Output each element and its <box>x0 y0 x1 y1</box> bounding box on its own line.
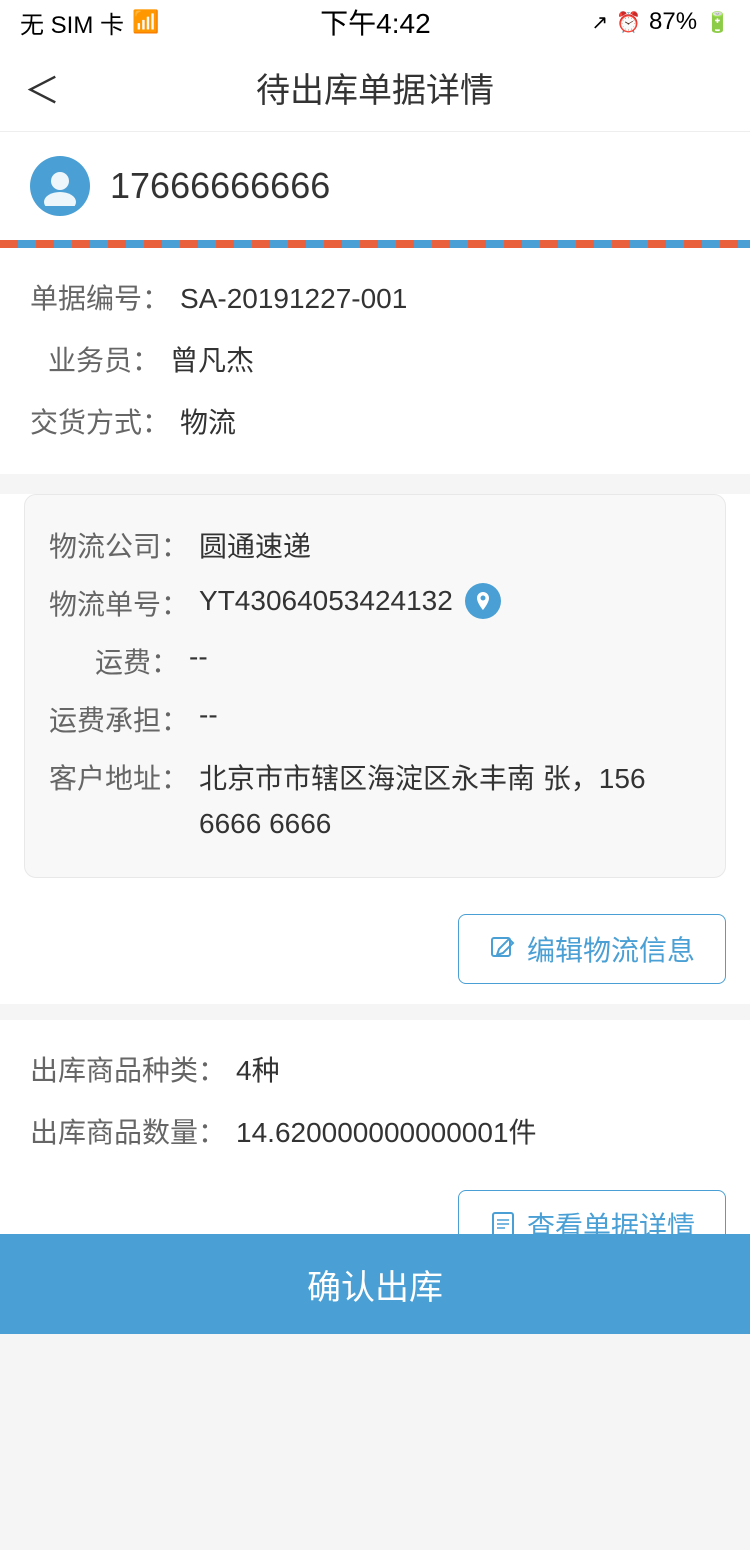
logistics-tracking-label: 物流单号： <box>49 583 199 623</box>
logistics-freight-bearer-value: -- <box>199 699 701 731</box>
edit-logistics-label: 编辑物流信息 <box>527 929 695 969</box>
nav-bar: ＜ 待出库单据详情 <box>0 44 750 132</box>
sales-person-row: 业务员： 曾凡杰 <box>30 340 720 382</box>
logistics-freight-bearer-label: 运费承担： <box>49 699 199 739</box>
customer-header: 17666666666 <box>0 132 750 240</box>
delivery-method-value: 物流 <box>180 402 720 444</box>
wifi-icon: 📶 <box>132 9 159 35</box>
order-number-value: SA-20191227-001 <box>180 278 720 320</box>
logistics-card: 物流公司： 圆通速递 物流单号： YT43064053424132 运费： -- <box>24 494 726 878</box>
carrier-label: 无 SIM 卡 <box>20 5 124 40</box>
confirm-bar[interactable]: 确认出库 <box>0 1234 750 1334</box>
logistics-address-label: 客户地址： <box>49 757 199 797</box>
sales-person-value: 曾凡杰 <box>170 340 720 382</box>
status-time: 下午4:42 <box>320 2 431 42</box>
logistics-tracking-value: YT43064053424132 <box>199 583 701 619</box>
product-type-label: 出库商品种类： <box>30 1050 236 1092</box>
track-location-icon[interactable] <box>465 583 501 619</box>
logistics-company-row: 物流公司： 圆通速递 <box>49 525 701 565</box>
customer-phone: 17666666666 <box>110 165 330 207</box>
product-quantity-value: 14.620000000000001件 <box>236 1112 720 1154</box>
logistics-tracking-row: 物流单号： YT43064053424132 <box>49 583 701 623</box>
logistics-company-label: 物流公司： <box>49 525 199 565</box>
order-number-label: 单据编号： <box>30 278 180 320</box>
logistics-address-row: 客户地址： 北京市市辖区海淀区永丰南 张，156 6666 6666 <box>49 757 701 847</box>
logistics-freight-bearer-row: 运费承担： -- <box>49 699 701 739</box>
delivery-method-label: 交货方式： <box>30 402 180 444</box>
edit-icon <box>489 935 517 963</box>
logistics-address-value: 北京市市辖区海淀区永丰南 张，156 6666 6666 <box>199 757 701 847</box>
alarm-icon: ⏰ <box>616 10 641 35</box>
edit-logistics-container: 编辑物流信息 <box>0 898 750 1004</box>
logistics-freight-value: -- <box>189 641 701 673</box>
product-type-value: 4种 <box>236 1050 720 1092</box>
confirm-button-label: 确认出库 <box>307 1260 443 1309</box>
page-title: 待出库单据详情 <box>256 63 494 112</box>
delivery-method-row: 交货方式： 物流 <box>30 402 720 444</box>
location-service-icon: ↗ <box>591 10 608 35</box>
product-section: 出库商品种类： 4种 出库商品数量： 14.620000000000001件 <box>0 1020 750 1174</box>
back-button[interactable]: ＜ <box>24 62 60 114</box>
order-number-row: 单据编号： SA-20191227-001 <box>30 278 720 320</box>
basic-info-section: 单据编号： SA-20191227-001 业务员： 曾凡杰 交货方式： 物流 <box>0 248 750 474</box>
avatar <box>30 156 90 216</box>
logistics-freight-row: 运费： -- <box>49 641 701 681</box>
product-quantity-row: 出库商品数量： 14.620000000000001件 <box>30 1112 720 1154</box>
sales-person-label: 业务员： <box>30 340 170 382</box>
logistics-container: 物流公司： 圆通速递 物流单号： YT43064053424132 运费： -- <box>0 494 750 1004</box>
status-bar: 无 SIM 卡 📶 下午4:42 ↗ ⏰ 87% 🔋 <box>0 0 750 44</box>
logistics-freight-label: 运费： <box>49 641 189 681</box>
battery-label: 87% <box>649 8 697 36</box>
product-type-row: 出库商品种类： 4种 <box>30 1050 720 1092</box>
status-left: 无 SIM 卡 📶 <box>20 5 159 40</box>
product-quantity-label: 出库商品数量： <box>30 1112 236 1154</box>
edit-logistics-button[interactable]: 编辑物流信息 <box>458 914 726 984</box>
status-right: ↗ ⏰ 87% 🔋 <box>591 8 730 36</box>
battery-icon: 🔋 <box>705 10 730 35</box>
dashed-divider <box>0 240 750 248</box>
logistics-company-value: 圆通速递 <box>199 525 701 565</box>
section-divider-1 <box>0 1004 750 1020</box>
